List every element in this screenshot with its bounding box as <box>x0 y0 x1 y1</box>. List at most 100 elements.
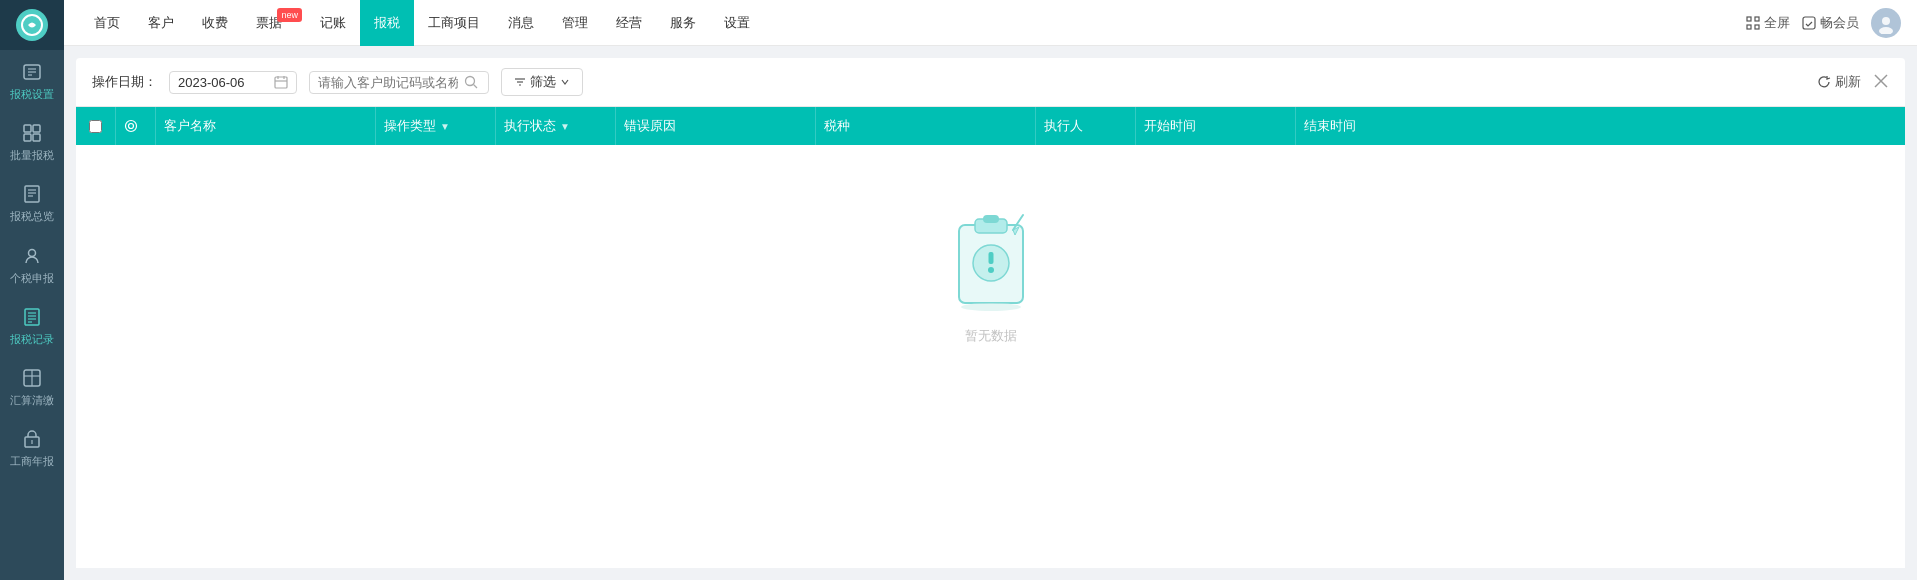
nav-item-kehu[interactable]: 客户 <box>134 0 188 46</box>
filter-icon <box>514 76 526 88</box>
close-button[interactable] <box>1873 73 1889 92</box>
sidebar-item-baoshuishezhi[interactable]: 报税设置 <box>0 50 64 111</box>
svg-line-37 <box>474 85 478 89</box>
new-badge: new <box>277 8 302 23</box>
nav-item-jizhang[interactable]: 记账 <box>306 0 360 46</box>
th-tax-type: 税种 <box>816 107 1036 145</box>
svg-point-43 <box>129 124 134 129</box>
piliangshuishui-icon <box>20 121 44 145</box>
date-picker[interactable] <box>169 71 297 94</box>
filter-status-icon: ▼ <box>560 121 570 132</box>
sidebar-label-baoshuijilu: 报税记录 <box>10 333 54 346</box>
sidebar-item-piliangshuishui[interactable]: 批量报税 <box>0 111 64 172</box>
settings-icon <box>124 119 138 133</box>
toolbar: 操作日期： <box>76 58 1905 107</box>
th-end-time: 结束时间 <box>1296 107 1426 145</box>
fullscreen-btn[interactable]: 全屏 <box>1746 14 1790 32</box>
svg-point-53 <box>961 303 1021 311</box>
th-error-reason: 错误原因 <box>616 107 816 145</box>
svg-point-44 <box>126 121 137 132</box>
baoshuizonglan-icon <box>20 182 44 206</box>
nav-item-shezhi[interactable]: 设置 <box>710 0 764 46</box>
svg-point-13 <box>29 249 36 256</box>
svg-rect-47 <box>983 215 999 223</box>
svg-rect-24 <box>1747 17 1751 21</box>
calendar-icon <box>274 75 288 89</box>
nav-right: 全屏 畅会员 <box>1746 8 1901 38</box>
nav-items: 首页 客户 收费 票据 new 记账 报税 工商项目 消息 <box>80 0 1746 46</box>
date-label: 操作日期： <box>92 73 157 91</box>
main-area: 首页 客户 收费 票据 new 记账 报税 工商项目 消息 <box>64 0 1917 580</box>
nav-item-gongshangxiangmu[interactable]: 工商项目 <box>414 0 494 46</box>
fullscreen-label: 全屏 <box>1764 14 1790 32</box>
sidebar-label-geshuishenbao: 个税申报 <box>10 272 54 285</box>
refresh-button[interactable]: 刷新 <box>1817 73 1861 91</box>
svg-rect-7 <box>24 134 31 141</box>
huisuanqingsuan-icon <box>20 366 44 390</box>
svg-rect-8 <box>33 134 40 141</box>
svg-rect-25 <box>1755 17 1759 21</box>
baoshuishezhi-icon <box>20 60 44 84</box>
sidebar-logo <box>0 0 64 50</box>
nav-item-shoufei[interactable]: 收费 <box>188 0 242 46</box>
svg-rect-9 <box>25 186 39 202</box>
search-input[interactable] <box>318 75 458 90</box>
th-operation-type[interactable]: 操作类型 ▼ <box>376 107 496 145</box>
filter-label: 筛选 <box>530 73 556 91</box>
refresh-icon <box>1817 75 1831 89</box>
svg-rect-5 <box>24 125 31 132</box>
gongshangnianbaoo-icon <box>20 427 44 451</box>
date-input[interactable] <box>178 75 268 90</box>
chevron-down-icon <box>560 77 570 87</box>
sidebar-item-geshuishenbao[interactable]: 个税申报 <box>0 234 64 295</box>
sidebar-item-gongshangnianbaoo[interactable]: 工商年报 <box>0 417 64 478</box>
select-all-checkbox[interactable] <box>89 120 102 133</box>
user-avatar[interactable] <box>1871 8 1901 38</box>
sidebar-label-baoshuishezhi: 报税设置 <box>10 88 54 101</box>
filter-operation-icon: ▼ <box>440 121 450 132</box>
svg-rect-32 <box>275 77 287 88</box>
svg-rect-6 <box>33 125 40 132</box>
top-navigation: 首页 客户 收费 票据 new 记账 报税 工商项目 消息 <box>64 0 1917 46</box>
sidebar-item-baoshuijilu[interactable]: 报税记录 <box>0 295 64 356</box>
table-header: 客户名称 操作类型 ▼ 执行状态 ▼ 错误原因 税种 执行人 <box>76 107 1905 145</box>
toolbar-right: 刷新 <box>1817 73 1889 92</box>
nav-item-guanli[interactable]: 管理 <box>548 0 602 46</box>
member-btn[interactable]: 畅会员 <box>1802 14 1859 32</box>
svg-point-50 <box>988 267 994 273</box>
sidebar-label-gongshangnianbaoo: 工商年报 <box>10 455 54 468</box>
nav-item-shouye[interactable]: 首页 <box>80 0 134 46</box>
svg-rect-27 <box>1755 25 1759 29</box>
close-icon <box>1873 73 1889 89</box>
th-checkbox[interactable] <box>76 107 116 145</box>
nav-item-jingying[interactable]: 经营 <box>602 0 656 46</box>
app-logo-icon <box>16 9 48 41</box>
data-table: 客户名称 操作类型 ▼ 执行状态 ▼ 错误原因 税种 执行人 <box>76 107 1905 568</box>
nav-item-fuwu[interactable]: 服务 <box>656 0 710 46</box>
svg-rect-28 <box>1803 17 1815 29</box>
sidebar-label-huisuanqingsuan: 汇算清缴 <box>10 394 54 407</box>
nav-item-baoshui[interactable]: 报税 <box>360 0 414 46</box>
th-customer-name: 客户名称 <box>156 107 376 145</box>
content-area: 操作日期： <box>64 46 1917 580</box>
search-box[interactable] <box>309 71 489 94</box>
baoshuijilu-icon <box>20 305 44 329</box>
nav-item-xiaoxi[interactable]: 消息 <box>494 0 548 46</box>
nav-item-piaoju[interactable]: 票据 new <box>242 0 306 46</box>
th-start-time: 开始时间 <box>1136 107 1296 145</box>
th-exec-status[interactable]: 执行状态 ▼ <box>496 107 616 145</box>
filter-button[interactable]: 筛选 <box>501 68 583 96</box>
svg-rect-14 <box>25 309 39 325</box>
sidebar-item-huisuanqingsuan[interactable]: 汇算清缴 <box>0 356 64 417</box>
member-label: 畅会员 <box>1820 14 1859 32</box>
fullscreen-icon <box>1746 16 1760 30</box>
search-icon <box>464 75 478 89</box>
empty-state: 暂无数据 <box>76 145 1905 385</box>
svg-rect-49 <box>988 252 993 264</box>
sidebar-item-baoshuizonglan[interactable]: 报税总览 <box>0 172 64 233</box>
empty-illustration <box>941 205 1041 315</box>
sidebar: 报税设置 批量报税 报税总览 <box>0 0 64 580</box>
svg-point-30 <box>1882 17 1890 25</box>
empty-text: 暂无数据 <box>965 327 1017 345</box>
refresh-label: 刷新 <box>1835 73 1861 91</box>
